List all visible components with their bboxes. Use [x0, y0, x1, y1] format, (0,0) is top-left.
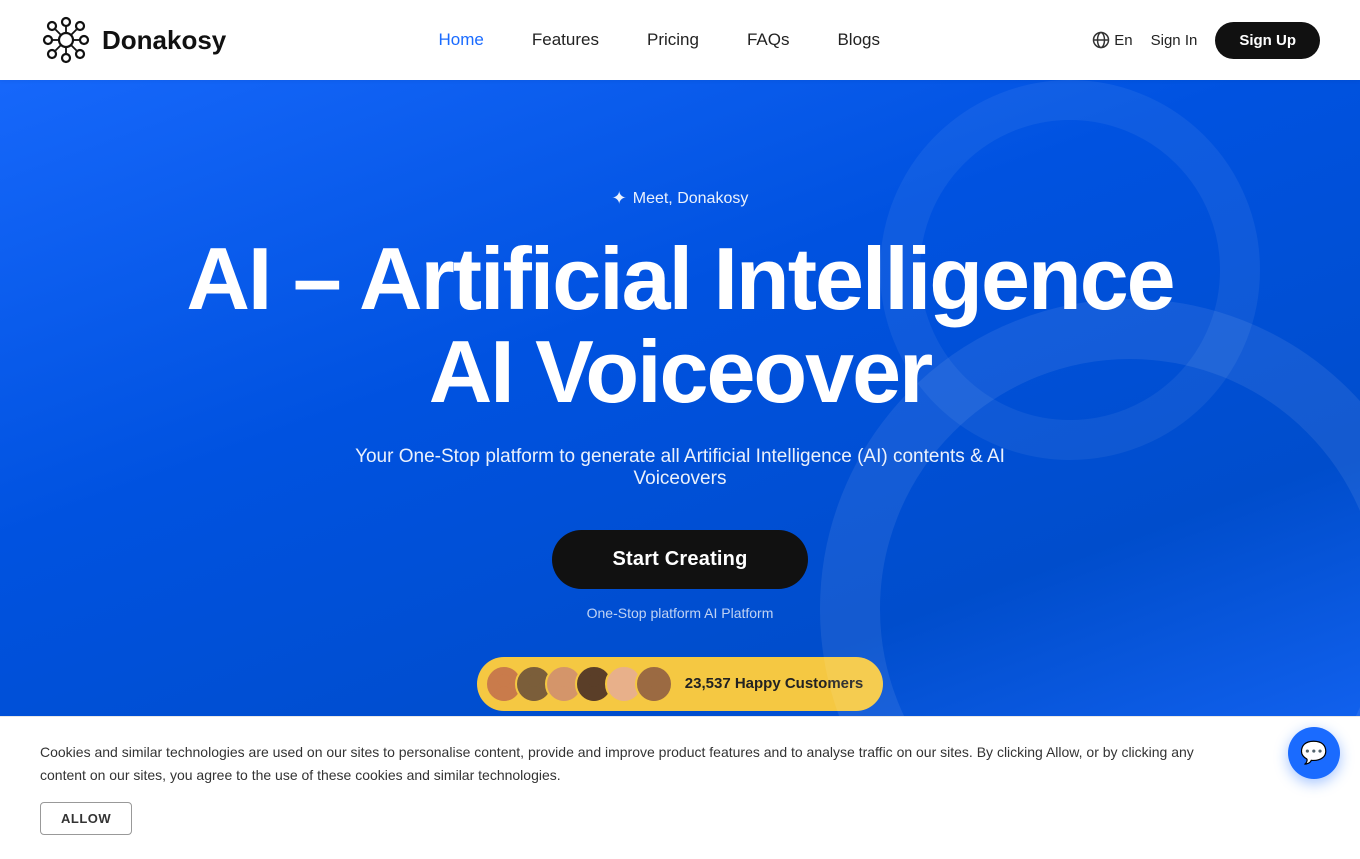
logo-icon	[40, 14, 92, 66]
platform-label: One-Stop platform AI Platform	[587, 605, 774, 621]
logo-link[interactable]: Donakosy	[40, 14, 226, 66]
lang-label: En	[1114, 32, 1132, 49]
nav-links: Home Features Pricing FAQs Blogs	[439, 30, 880, 50]
sparkle-icon: ✦	[612, 188, 627, 209]
globe-icon	[1092, 31, 1110, 49]
allow-button[interactable]: ALLOW	[40, 802, 132, 835]
nav-home[interactable]: Home	[439, 30, 484, 49]
meet-badge: ✦ Meet, Donakosy	[612, 188, 749, 209]
hero-subtitle: Your One-Stop platform to generate all A…	[330, 446, 1030, 490]
chat-icon: 💬	[1300, 740, 1327, 766]
navbar: Donakosy Home Features Pricing FAQs Blog…	[0, 0, 1360, 80]
avatar-6	[635, 665, 673, 703]
nav-right: En Sign In Sign Up	[1092, 22, 1320, 59]
signin-button[interactable]: Sign In	[1151, 32, 1198, 49]
nav-faqs[interactable]: FAQs	[747, 30, 790, 49]
cookie-text: Cookies and similar technologies are use…	[40, 741, 1240, 786]
cookie-banner: Cookies and similar technologies are use…	[0, 716, 1360, 859]
meet-label: Meet, Donakosy	[633, 190, 749, 208]
nav-blogs[interactable]: Blogs	[837, 30, 880, 49]
customer-avatars	[485, 665, 673, 703]
customers-badge: 23,537 Happy Customers	[477, 657, 883, 711]
chat-widget[interactable]: 💬	[1288, 727, 1340, 779]
customers-count: 23,537 Happy Customers	[685, 675, 863, 692]
nav-pricing[interactable]: Pricing	[647, 30, 699, 49]
hero-title-line1: AI – Artificial Intelligence	[186, 229, 1173, 328]
hero-title: AI – Artificial Intelligence AI Voiceove…	[186, 233, 1173, 418]
start-creating-button[interactable]: Start Creating	[552, 530, 807, 589]
signup-button[interactable]: Sign Up	[1215, 22, 1320, 59]
logo-text: Donakosy	[102, 25, 226, 56]
hero-title-line2: AI Voiceover	[429, 322, 932, 421]
nav-features[interactable]: Features	[532, 30, 599, 49]
language-button[interactable]: En	[1092, 31, 1132, 49]
